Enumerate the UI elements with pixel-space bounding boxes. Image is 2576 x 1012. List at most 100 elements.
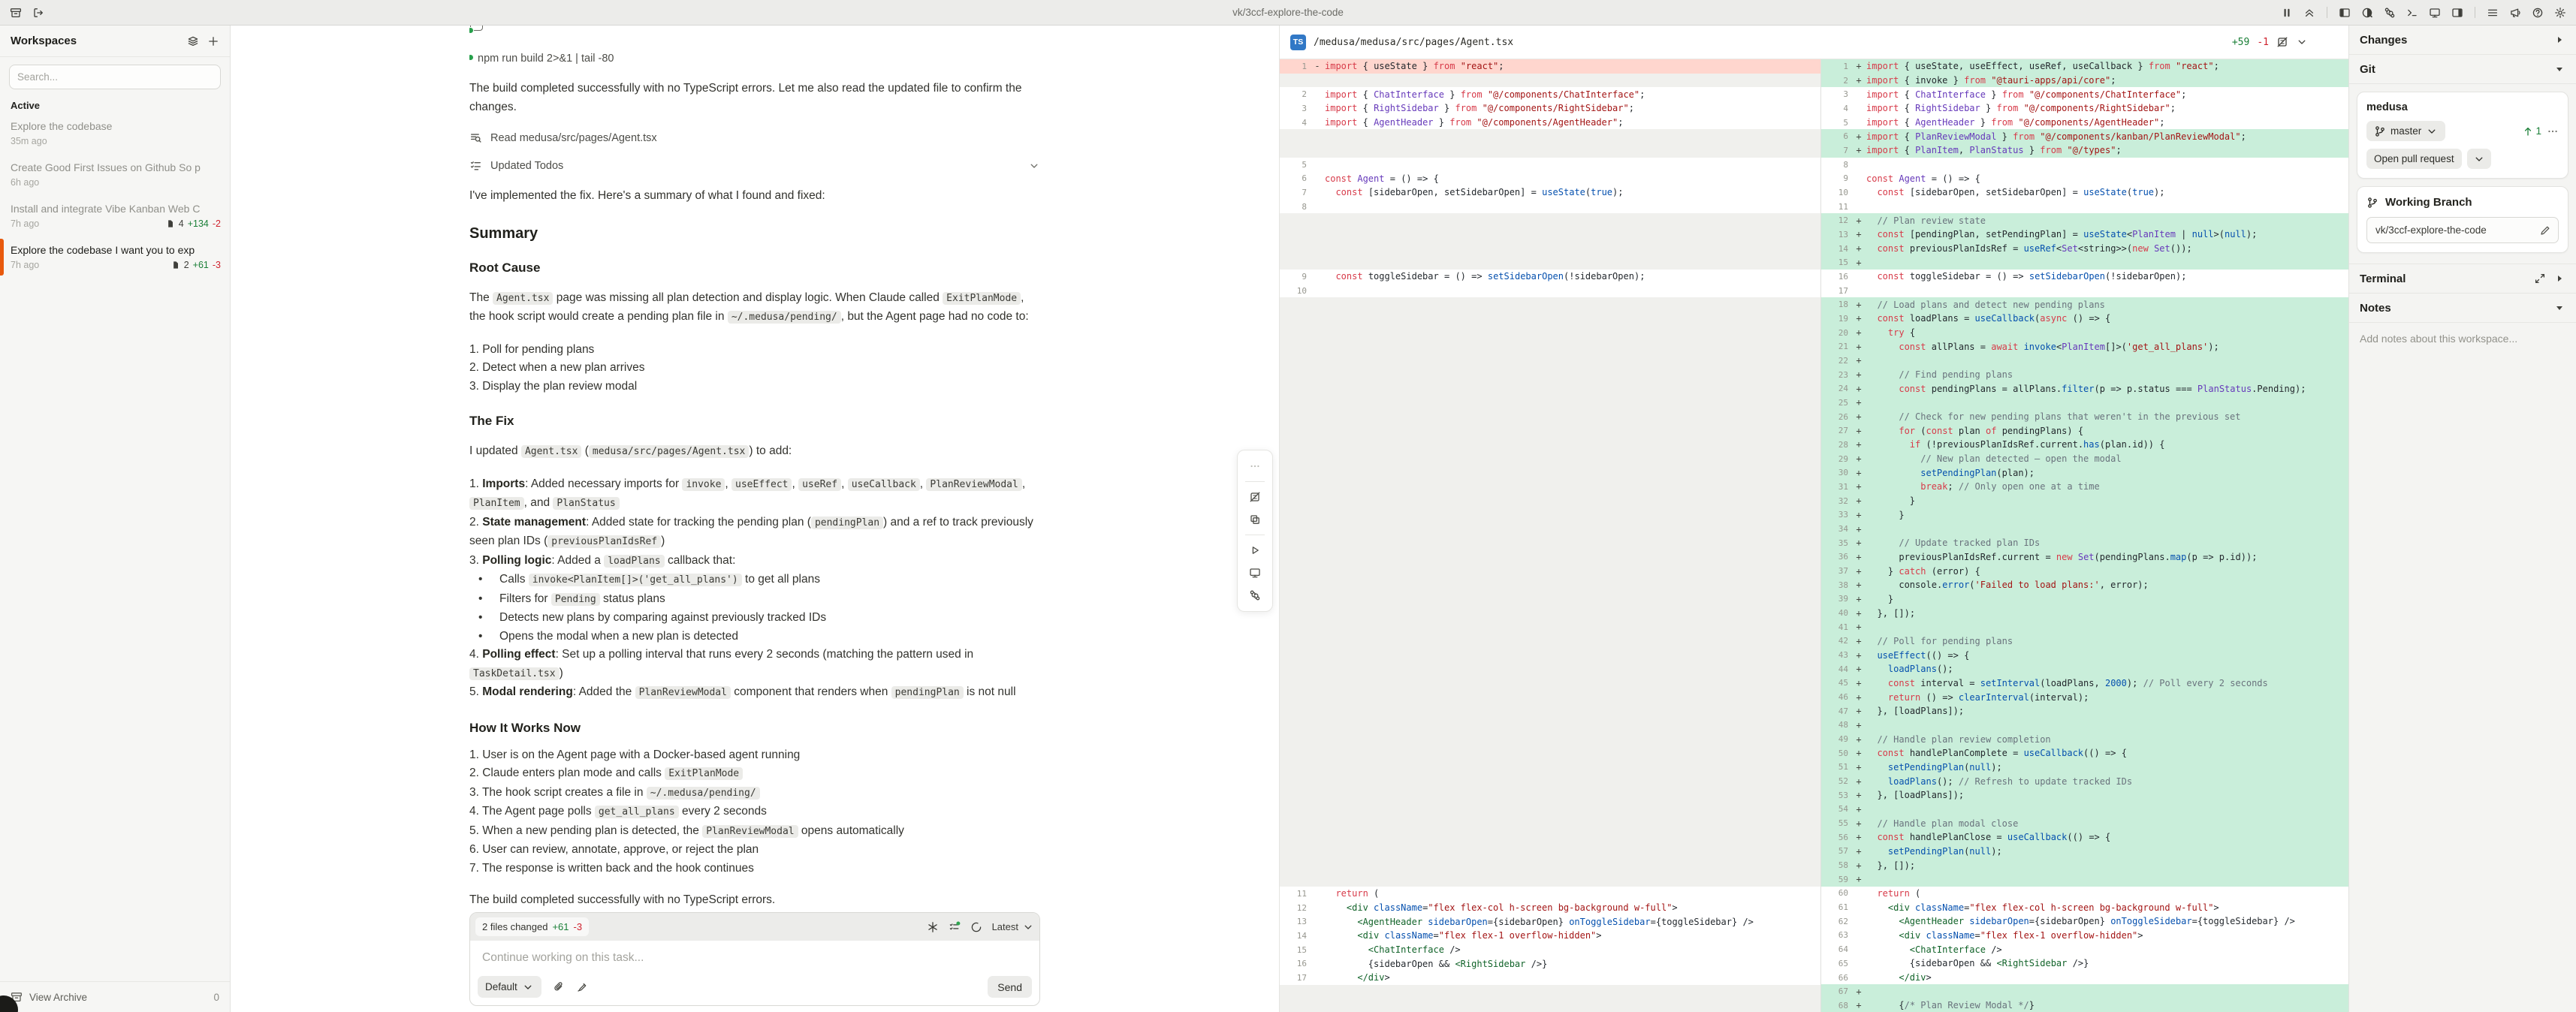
chevron-down-icon[interactable] (1028, 160, 1040, 172)
pr-options-button[interactable] (2467, 149, 2491, 169)
search-container (0, 57, 230, 92)
diff-sign: + (1851, 594, 1866, 604)
diff-sign: + (1851, 481, 1866, 492)
line-number: 20 (1821, 328, 1851, 338)
diff-sign: + (1851, 327, 1866, 338)
conversation-scroll[interactable]: npm run build 2>&1 | tail -80 The build c… (469, 26, 1040, 912)
text-run: Detects new plans by comparing against p… (499, 611, 826, 624)
diff-sign: + (1851, 384, 1866, 394)
search-input[interactable] (9, 65, 221, 89)
list-item: 2. Detect when a new plan arrives (469, 359, 1040, 378)
diff-file-header[interactable]: TS /medusa/medusa/src/pages/Agent.tsx +5… (1280, 26, 2348, 59)
double-chevron-up-icon[interactable] (2303, 6, 2316, 20)
send-button[interactable]: Send (988, 976, 1032, 998)
diff-row-added: 13+ const [pendingPlan, setPendingPlan] … (1821, 227, 2348, 242)
tool-call-read[interactable]: Read medusa/src/pages/Agent.tsx (469, 131, 1040, 144)
panel-right-icon[interactable] (2451, 6, 2464, 20)
model-selector[interactable]: Default (478, 976, 541, 998)
workspace-item[interactable]: Create Good First Issues on Github So p6… (0, 154, 230, 195)
spinner-icon[interactable] (970, 921, 982, 933)
layers-icon[interactable] (187, 35, 199, 47)
line-number: 21 (1821, 342, 1851, 351)
view-archive-button[interactable]: View Archive 0 (0, 981, 230, 1012)
panel-left-icon[interactable] (2338, 6, 2351, 20)
diff-row-added: 55+ // Handle plan modal close (1821, 816, 2348, 830)
pen-icon[interactable] (576, 981, 588, 993)
spark-icon[interactable] (927, 921, 939, 933)
files-changed-label: 2 files changed (482, 921, 547, 932)
code-line: <div className="flex flex-col h-screen b… (1866, 902, 2348, 913)
files-changed-chip[interactable]: 2 files changed +61 -3 (475, 917, 589, 936)
text-run: The build completed successfully with no… (469, 82, 1021, 113)
notes-label: Notes (2360, 302, 2391, 315)
line-number: 5 (1280, 160, 1310, 170)
paperclip-icon[interactable] (553, 981, 565, 993)
version-selector[interactable]: Latest (992, 917, 1034, 936)
workspaces-sidebar: Workspaces Active Explore the codebase35… (0, 26, 231, 1012)
diff-row-context: 8 (1821, 158, 2348, 172)
open-pr-button[interactable]: Open pull request (2366, 149, 2462, 169)
drag-handle-icon[interactable] (1245, 456, 1265, 476)
section-git[interactable]: Git (2349, 55, 2576, 84)
workspace-item[interactable]: Explore the codebase35m ago (0, 113, 230, 154)
inline-code: Agent.tsx (493, 292, 553, 305)
code-line: const Agent = () => { (1325, 173, 1820, 184)
monitor-icon[interactable] (1245, 563, 1265, 583)
inline-code: ExitPlanMode (943, 292, 1021, 305)
gear-icon[interactable] (2553, 6, 2567, 20)
git-compare-icon[interactable] (2383, 6, 2397, 20)
sidebar-collapse-icon[interactable] (32, 6, 45, 20)
status-dot (469, 27, 474, 34)
workspace-item-selected[interactable]: Explore the codebase I want you to exp7h… (0, 236, 230, 278)
nowrap-icon[interactable] (1245, 487, 1265, 507)
megaphone-icon[interactable] (2508, 6, 2522, 20)
collapse-diff-button[interactable] (2296, 36, 2308, 48)
terminal-icon[interactable] (2406, 6, 2419, 20)
archive-icon[interactable] (9, 6, 23, 20)
copy-icon[interactable] (1245, 510, 1265, 529)
diff-sign: + (1851, 439, 1866, 450)
diff-row-context: 5 (1280, 158, 1820, 172)
tool-call-todos[interactable]: Updated Todos (469, 159, 1040, 172)
diff-row-added: 28+ if (!previousPlanIdsRef.current.has(… (1821, 438, 2348, 452)
line-number: 58 (1821, 860, 1851, 870)
menu-icon[interactable] (2486, 6, 2499, 20)
list-item: 3. Polling logic: Added a loadPlans call… (469, 552, 1040, 571)
code-line: const loadPlans = useCallback(async () =… (1866, 313, 2348, 324)
play-icon[interactable] (1245, 541, 1265, 560)
text-run: : Added necessary imports for (525, 477, 682, 490)
code-line: loadPlans(); // Refresh to update tracke… (1866, 776, 2348, 787)
workspace-timestamp: 6h ago (11, 177, 39, 188)
working-branch-field[interactable] (2366, 217, 2559, 243)
section-terminal[interactable]: Terminal (2349, 264, 2576, 294)
notes-placeholder[interactable]: Add notes about this workspace... (2349, 323, 2576, 354)
working-branch-input[interactable] (2374, 224, 2535, 236)
help-icon[interactable] (2531, 6, 2544, 20)
pause-icon[interactable] (2280, 6, 2294, 20)
code-line: // Check for new pending plans that were… (1866, 411, 2348, 422)
code-line: // Handle plan modal close (1866, 818, 2348, 829)
plus-icon[interactable] (207, 35, 219, 47)
section-notes[interactable]: Notes (2349, 294, 2576, 323)
diff-row-context: 10 const [sidebarOpen, setSidebarOpen] =… (1821, 185, 2348, 200)
monitor-icon[interactable] (2428, 6, 2442, 20)
inline-code: Pending (551, 593, 600, 606)
message-input[interactable] (481, 950, 1032, 965)
contrast-icon[interactable] (2360, 6, 2374, 20)
floating-toolbar (1237, 450, 1273, 612)
bold-text: State management (482, 516, 586, 529)
todos-dot-icon[interactable] (949, 921, 961, 933)
tool-call-terminal[interactable]: npm run build 2>&1 | tail -80 (469, 53, 1040, 65)
inline-code: useRef (798, 478, 841, 491)
section-changes[interactable]: Changes (2349, 26, 2576, 55)
line-number: 23 (1821, 370, 1851, 380)
workspace-item[interactable]: Install and integrate Vibe Kanban Web C7… (0, 195, 230, 236)
additions-count: +134 (188, 218, 209, 229)
git-compare-icon[interactable] (1245, 586, 1265, 605)
more-actions-button[interactable] (2547, 125, 2559, 137)
branch-selector[interactable]: master (2366, 121, 2445, 141)
list-number: 3. (469, 786, 482, 799)
code-line: <div className="flex flex-1 overflow-hid… (1325, 930, 1820, 941)
wrap-toggle-button[interactable] (2276, 36, 2288, 48)
diff-row-added: 49+ // Handle plan review completion (1821, 732, 2348, 746)
